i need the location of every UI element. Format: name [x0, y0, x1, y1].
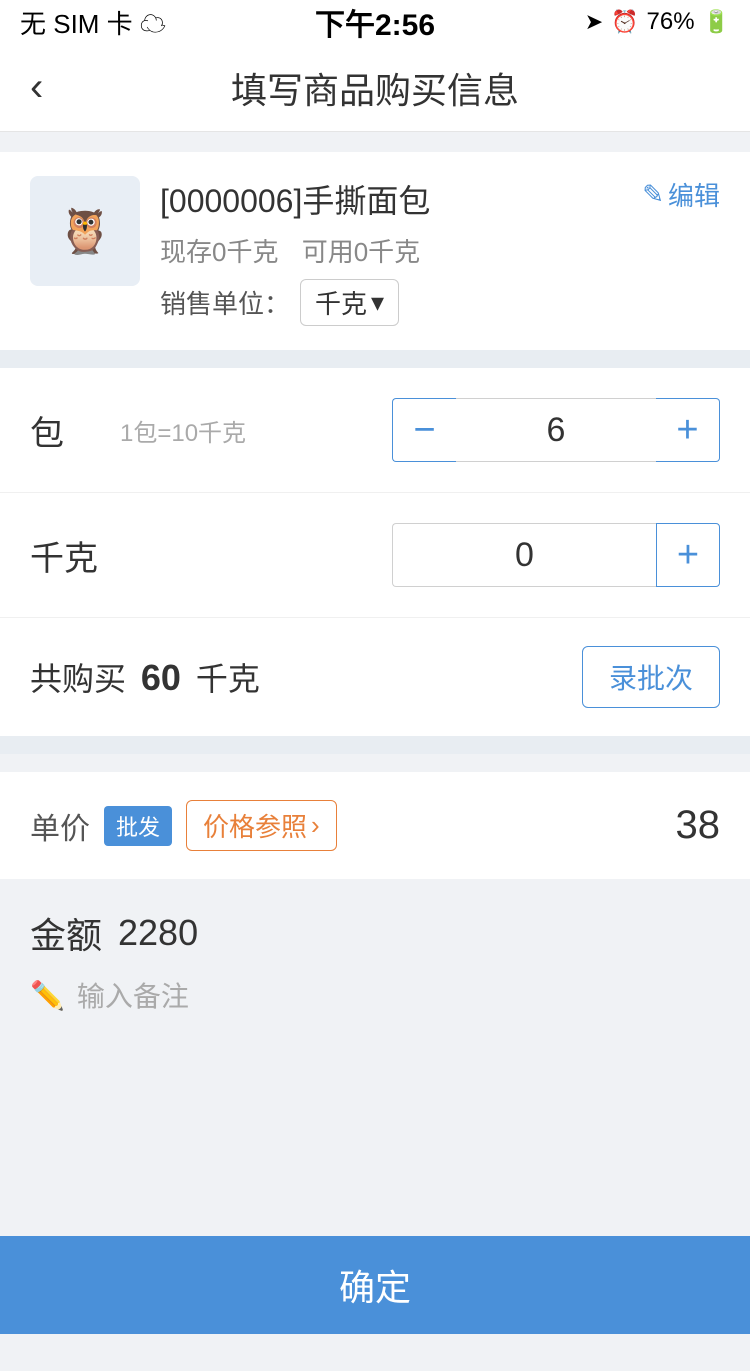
battery-icon: 🔋	[703, 9, 730, 35]
product-stock: 现存0千克 可用0千克	[160, 232, 720, 269]
kg-quantity-control: +	[392, 523, 720, 587]
bag-decrement-button[interactable]: −	[392, 398, 456, 462]
battery-label: 76%	[647, 8, 695, 36]
price-section: 单价 批发 价格参照 › 38	[0, 772, 750, 879]
back-button[interactable]: ‹	[30, 65, 43, 110]
remark-placeholder: 输入备注	[77, 975, 189, 1015]
product-card: 🦉 [0000006]手撕面包 ✎ 编辑 现存0千克 可用0千克 销售单位： 千…	[0, 152, 750, 350]
price-value: 38	[676, 803, 721, 848]
status-time: 下午2:56	[315, 0, 435, 44]
price-row: 单价 批发 价格参照 › 38	[30, 800, 720, 851]
price-label: 单价	[30, 804, 90, 848]
location-icon: ➤	[585, 9, 603, 35]
price-batch-tag: 批发	[104, 806, 172, 846]
summary-unit: 千克	[196, 661, 260, 697]
amount-section: 金额 2280 ✏️ 输入备注	[0, 879, 750, 1031]
alarm-icon: ⏰	[611, 9, 638, 35]
product-info: [0000006]手撕面包 ✎ 编辑 现存0千克 可用0千克 销售单位： 千克 …	[160, 176, 720, 326]
available-label: 可用0千克	[302, 237, 420, 267]
pencil-icon: ✏️	[30, 979, 65, 1012]
bag-label: 包	[30, 406, 110, 455]
unit-select[interactable]: 千克 ▾	[300, 279, 399, 326]
status-left: 无 SIM 卡 ☁	[20, 4, 166, 41]
kg-label: 千克	[30, 531, 110, 580]
product-thumbnail: 🦉	[30, 176, 140, 286]
kg-quantity-input[interactable]	[392, 523, 656, 587]
bag-increment-button[interactable]: +	[656, 398, 720, 462]
remark-row[interactable]: ✏️ 输入备注	[30, 975, 720, 1015]
amount-value: 2280	[118, 912, 198, 954]
stock-label: 现存0千克	[160, 237, 278, 267]
nav-bar: ‹ 填写商品购买信息	[0, 44, 750, 132]
amount-row: 金额 2280	[30, 907, 720, 959]
bag-hint: 1包=10千克	[120, 413, 392, 448]
chevron-down-icon: ▾	[371, 287, 384, 318]
bag-quantity-row: 包 1包=10千克 − +	[0, 368, 750, 493]
page-title: 填写商品购买信息	[231, 62, 519, 114]
confirm-bar[interactable]: 确定	[0, 1236, 750, 1334]
kg-quantity-row: 千克 +	[0, 493, 750, 618]
product-logo-icon: 🦉	[58, 205, 113, 257]
quantity-section: 包 1包=10千克 − + 千克 +	[0, 368, 750, 618]
price-ref-arrow-icon: ›	[311, 810, 320, 841]
summary-row: 共购买 60 千克 录批次	[0, 618, 750, 736]
product-top-row: [0000006]手撕面包 ✎ 编辑	[160, 176, 720, 232]
price-ref-label: 价格参照	[203, 807, 307, 844]
summary-text: 共购买 60 千克	[30, 654, 260, 700]
unit-value: 千克	[315, 284, 367, 321]
edit-button[interactable]: ✎ 编辑	[642, 176, 720, 213]
edit-label: 编辑	[668, 176, 720, 213]
section-divider-2	[0, 736, 750, 754]
unit-label: 销售单位：	[160, 284, 290, 321]
kg-increment-button[interactable]: +	[656, 523, 720, 587]
edit-icon: ✎	[642, 179, 664, 210]
product-name: [0000006]手撕面包	[160, 176, 430, 222]
section-divider-1	[0, 350, 750, 368]
bag-quantity-input[interactable]	[456, 398, 656, 462]
status-right: ➤ ⏰ 76% 🔋	[585, 8, 730, 36]
confirm-button[interactable]: 确定	[339, 1259, 411, 1311]
summary-quantity: 60	[141, 657, 181, 698]
bag-quantity-control: − +	[392, 398, 720, 462]
price-ref-button[interactable]: 价格参照 ›	[186, 800, 337, 851]
amount-label: 金额	[30, 907, 102, 959]
product-unit-row: 销售单位： 千克 ▾	[160, 279, 720, 326]
no-sim-label: 无 SIM 卡 ☁	[20, 4, 166, 41]
summary-label: 共购买	[30, 661, 126, 697]
batch-button[interactable]: 录批次	[582, 646, 720, 708]
status-bar: 无 SIM 卡 ☁ 下午2:56 ➤ ⏰ 76% 🔋	[0, 0, 750, 44]
